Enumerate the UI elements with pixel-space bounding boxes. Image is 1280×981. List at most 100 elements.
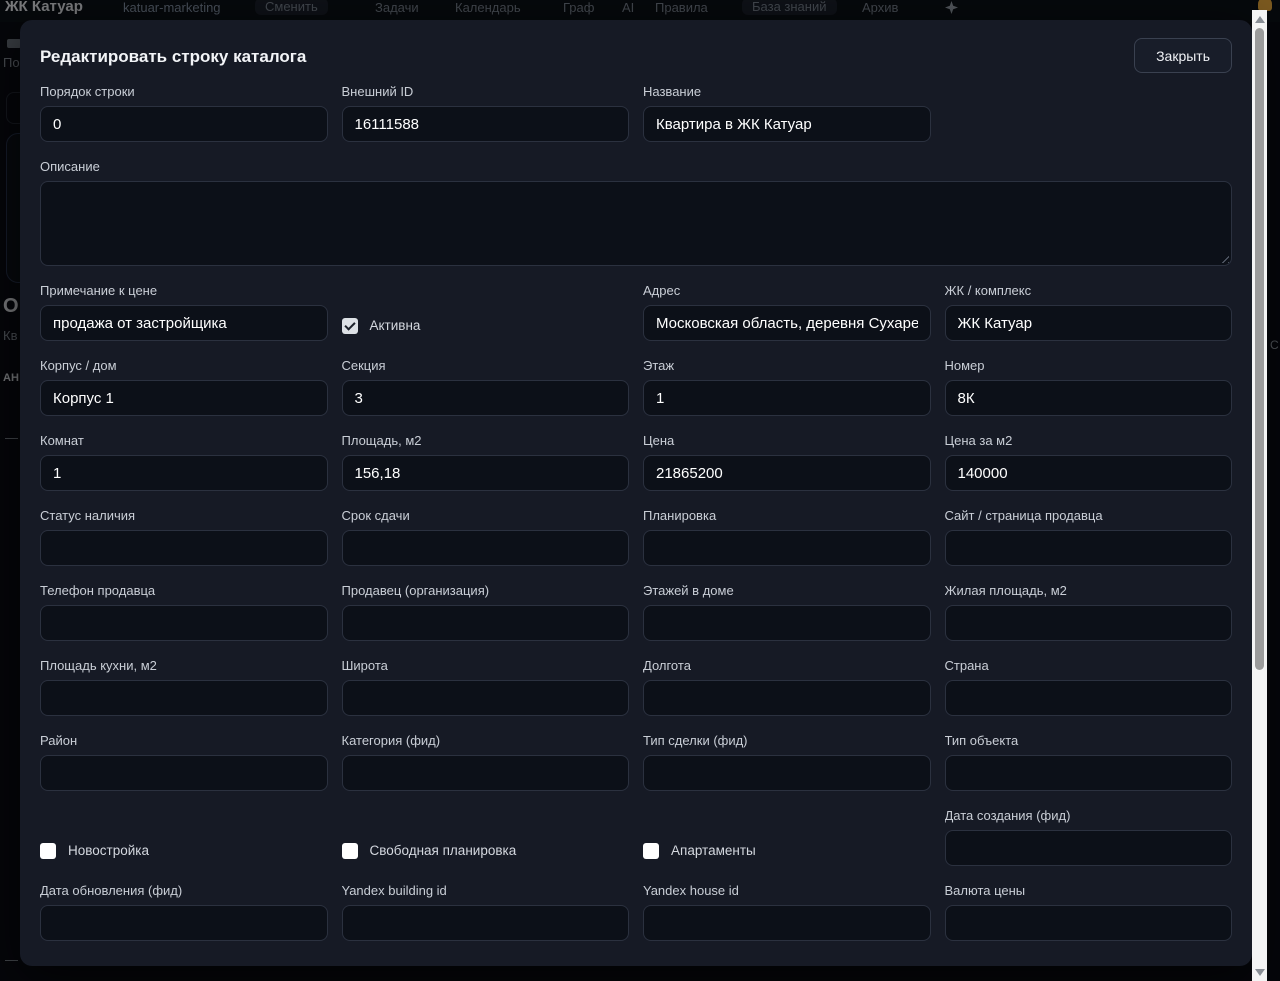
row-order-label: Порядок строки: [40, 84, 135, 99]
latitude-input[interactable]: [341, 680, 629, 716]
layout-input[interactable]: [643, 530, 931, 566]
address-input[interactable]: [643, 305, 931, 341]
apartments-checkbox-cell: Апартаменты: [643, 808, 931, 866]
active-checkbox[interactable]: [341, 317, 358, 334]
object-type-label: Тип объекта: [944, 733, 1019, 748]
free-layout-checkbox-label: Свободная планировка: [369, 843, 517, 858]
feed-category-field: Категория (фид): [341, 733, 629, 791]
address-label: Адрес: [643, 283, 681, 298]
country-label: Страна: [944, 658, 989, 673]
kitchen-area-field: Площадь кухни, м2: [40, 658, 328, 716]
name-label: Название: [643, 84, 702, 99]
number-input[interactable]: [944, 380, 1232, 416]
building-label: Корпус / дом: [40, 358, 117, 373]
name-input[interactable]: [643, 106, 931, 142]
country-input[interactable]: [944, 680, 1232, 716]
apartments-checkbox[interactable]: [643, 842, 659, 859]
longitude-input[interactable]: [643, 680, 931, 716]
description-field: Описание: [40, 159, 1232, 266]
section-label: Секция: [341, 358, 386, 373]
price-field: Цена: [643, 433, 931, 491]
district-field: Район: [40, 733, 328, 791]
floors-total-field: Этажей в доме: [643, 583, 931, 641]
district-label: Район: [40, 733, 78, 748]
object-type-input[interactable]: [944, 755, 1232, 791]
empty-cell: [945, 84, 1233, 142]
vertical-scrollbar[interactable]: [1252, 10, 1267, 981]
kitchen-area-label: Площадь кухни, м2: [40, 658, 157, 673]
close-button[interactable]: Закрыть: [1134, 38, 1232, 73]
complex-input[interactable]: [944, 305, 1232, 341]
external-id-label: Внешний ID: [341, 84, 414, 99]
currency-label: Валюта цены: [944, 883, 1026, 898]
rooms-input[interactable]: [40, 455, 328, 491]
price-per-m2-input[interactable]: [944, 455, 1232, 491]
row-order-input[interactable]: [40, 106, 328, 142]
floor-input[interactable]: [643, 380, 931, 416]
kitchen-area-input[interactable]: [40, 680, 328, 716]
section-field: Секция: [341, 358, 629, 416]
yandex-building-id-input[interactable]: [341, 905, 629, 941]
name-field: Название: [643, 84, 931, 142]
seller-org-label: Продавец (организация): [341, 583, 490, 598]
delivery-term-label: Срок сдачи: [341, 508, 410, 523]
longitude-label: Долгота: [643, 658, 691, 673]
edit-catalog-row-dialog: Редактировать строку каталога Закрыть По…: [20, 20, 1252, 966]
area-input[interactable]: [341, 455, 629, 491]
price-note-input[interactable]: [40, 305, 328, 341]
active-checkbox-cell: Активна: [341, 283, 630, 341]
address-field: Адрес: [643, 283, 931, 341]
currency-input[interactable]: [944, 905, 1232, 941]
complex-field: ЖК / комплекс: [944, 283, 1232, 341]
scroll-up-arrow-icon[interactable]: [1255, 16, 1265, 23]
availability-status-input[interactable]: [40, 530, 328, 566]
active-checkbox-label: Активна: [369, 318, 421, 333]
number-label: Номер: [944, 358, 985, 373]
feed-created-input[interactable]: [944, 830, 1232, 866]
seller-phone-input[interactable]: [40, 605, 328, 641]
district-input[interactable]: [40, 755, 328, 791]
dialog-header: Редактировать строку каталога Закрыть: [40, 34, 1232, 84]
country-field: Страна: [944, 658, 1232, 716]
area-field: Площадь, м2: [341, 433, 629, 491]
feed-created-field: Дата создания (фид): [944, 808, 1232, 866]
seller-org-field: Продавец (организация): [341, 583, 629, 641]
area-label: Площадь, м2: [341, 433, 422, 448]
free-layout-checkbox-cell: Свободная планировка: [341, 808, 630, 866]
feed-deal-type-input[interactable]: [643, 755, 931, 791]
delivery-term-input[interactable]: [341, 530, 629, 566]
price-input[interactable]: [643, 455, 931, 491]
description-textarea[interactable]: [40, 181, 1232, 266]
scrollbar-thumb[interactable]: [1255, 28, 1264, 670]
apartments-checkbox-label: Апартаменты: [671, 843, 756, 858]
price-label: Цена: [643, 433, 675, 448]
living-area-label: Жилая площадь, м2: [944, 583, 1067, 598]
building-input[interactable]: [40, 380, 328, 416]
floor-field: Этаж: [643, 358, 931, 416]
living-area-input[interactable]: [944, 605, 1232, 641]
seller-phone-field: Телефон продавца: [40, 583, 328, 641]
yandex-house-id-input[interactable]: [643, 905, 931, 941]
seller-site-input[interactable]: [944, 530, 1232, 566]
latitude-field: Широта: [341, 658, 629, 716]
newbuild-checkbox[interactable]: [40, 842, 56, 859]
layout-field: Планировка: [643, 508, 931, 566]
floors-total-input[interactable]: [643, 605, 931, 641]
feed-created-label: Дата создания (фид): [944, 808, 1071, 823]
external-id-input[interactable]: [341, 106, 629, 142]
latitude-label: Широта: [341, 658, 388, 673]
feed-updated-input[interactable]: [40, 905, 328, 941]
seller-site-field: Сайт / страница продавца: [944, 508, 1232, 566]
free-layout-checkbox[interactable]: [341, 842, 358, 859]
feed-deal-type-field: Тип сделки (фид): [643, 733, 931, 791]
feed-category-input[interactable]: [341, 755, 629, 791]
feed-deal-type-label: Тип сделки (фид): [643, 733, 748, 748]
section-input[interactable]: [341, 380, 629, 416]
object-type-field: Тип объекта: [944, 733, 1232, 791]
living-area-field: Жилая площадь, м2: [944, 583, 1232, 641]
delivery-term-field: Срок сдачи: [341, 508, 629, 566]
scroll-down-arrow-icon[interactable]: [1255, 969, 1265, 976]
newbuild-checkbox-cell: Новостройка: [40, 808, 328, 866]
seller-org-input[interactable]: [341, 605, 629, 641]
price-per-m2-field: Цена за м2: [944, 433, 1232, 491]
